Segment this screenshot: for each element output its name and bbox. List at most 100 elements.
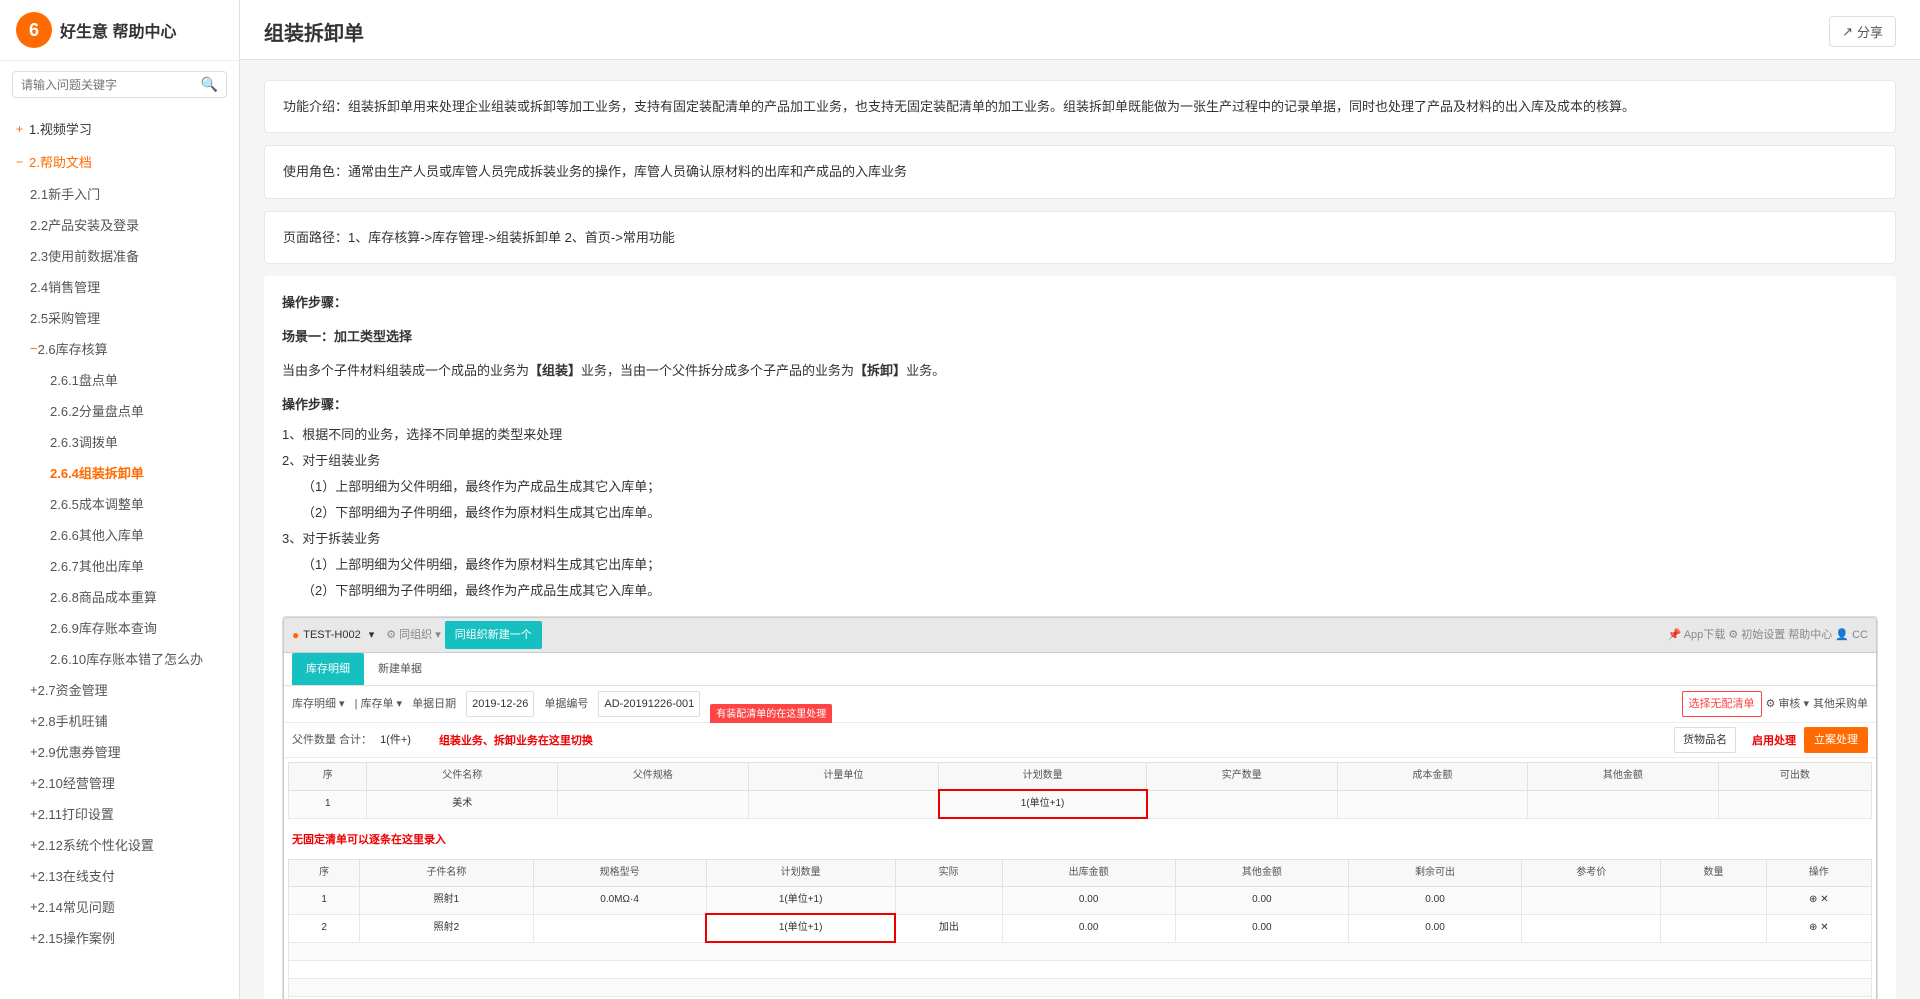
- minus-icon2: −: [30, 341, 38, 356]
- search-input[interactable]: [21, 78, 197, 92]
- mock-tab-new: 新建单据: [364, 653, 436, 685]
- mock-process-btn: 立案处理: [1804, 727, 1868, 753]
- sidebar-item-2.6.5[interactable]: 2.6.5成本调整单: [0, 488, 239, 519]
- sidebar-sub-label: 2.6.8商品成本重算: [50, 587, 157, 606]
- mock-td: 1(单位+1): [706, 887, 895, 915]
- mock-bottom-table-container: 序 子件名称 规格型号 计划数量 实际 出库金额 其他金额 剩余可出 参考价: [284, 855, 1876, 999]
- sidebar-item-2.9[interactable]: + 2.9优惠券管理: [0, 736, 239, 767]
- plus-icon4: +: [30, 744, 38, 759]
- mock-th: 实际: [895, 860, 1002, 887]
- sidebar-item-install[interactable]: 2.2产品安装及登录: [0, 209, 239, 240]
- mock-date-field: 2019-12-26: [466, 691, 534, 717]
- mock-bizid-field: AD-20191226-001: [598, 691, 700, 717]
- mock-top-table-container: 序 父件名称 父件规格 计量单位 计划数量 实产数量 成本金额 其他金额 可出数: [284, 758, 1876, 823]
- sidebar-sub-label: 2.15操作案例: [38, 928, 115, 947]
- mock-form-row: 库存明细 ▾ | 库存单 ▾ 单据日期 2019-12-26 单据编号 AD-2…: [284, 686, 1876, 723]
- mock-tabs-row: 库存明细 新建单据: [284, 653, 1876, 686]
- mock-bottom-tbody: 1 照射1 0.0MΩ·4 1(单位+1) 0.00 0.00 0.00: [289, 887, 1872, 999]
- mock-td: [1718, 790, 1871, 818]
- sidebar-item-sales[interactable]: 2.4销售管理: [0, 271, 239, 302]
- sidebar-item-2.11[interactable]: + 2.11打印设置: [0, 798, 239, 829]
- mock-td: 0.00: [1002, 914, 1175, 942]
- mock-search-input: 货物品名: [1674, 727, 1736, 753]
- sidebar-item-2.6.2[interactable]: 2.6.2分量盘点单: [0, 395, 239, 426]
- sidebar-item-2.12[interactable]: + 2.12系统个性化设置: [0, 829, 239, 860]
- sidebar-item-2.6.10[interactable]: 2.6.10库存账本错了怎么办: [0, 643, 239, 674]
- mock-th: 其他金额: [1528, 763, 1719, 791]
- sidebar-item-2.6.3[interactable]: 2.6.3调拨单: [0, 426, 239, 457]
- share-button[interactable]: ↗ 分享: [1829, 16, 1896, 47]
- mock-td: [895, 887, 1002, 915]
- mock-th: 序: [289, 860, 360, 887]
- sidebar-item-2.6.6[interactable]: 2.6.6其他入库单: [0, 519, 239, 550]
- sidebar-item-data[interactable]: 2.3使用前数据准备: [0, 240, 239, 271]
- mock-th: 参考价: [1522, 860, 1661, 887]
- mock-td: 0.00: [1175, 914, 1348, 942]
- sidebar-item-2.14[interactable]: + 2.14常见问题: [0, 891, 239, 922]
- mock-td: [1337, 790, 1528, 818]
- sidebar-sub-label: 2.6.1盘点单: [50, 370, 118, 389]
- mock-td: 1: [289, 887, 360, 915]
- sidebar-item-2.13[interactable]: + 2.13在线支付: [0, 860, 239, 891]
- mock-td: [1661, 914, 1766, 942]
- search-box[interactable]: 🔍: [12, 71, 227, 98]
- sidebar-sub-label: 2.11打印设置: [38, 804, 114, 823]
- mock-annotation3: 组装业务、拆卸业务在这里切换: [439, 735, 593, 747]
- sidebar-item-newbie[interactable]: 2.1新手入门: [0, 178, 239, 209]
- mock-annotation4: 启用处理: [1752, 735, 1796, 747]
- mock-td: 1(单位+1): [939, 790, 1147, 818]
- sidebar-item-purchase[interactable]: 2.5采购管理: [0, 302, 239, 333]
- mock-th: 规格型号: [533, 860, 706, 887]
- sidebar-item-2.15[interactable]: + 2.15操作案例: [0, 922, 239, 953]
- mock-td: [748, 790, 939, 818]
- mock-td: 0.00: [1348, 914, 1521, 942]
- sidebar-item-2.8[interactable]: + 2.8手机旺铺: [0, 705, 239, 736]
- sidebar-sub-label: 2.6.9库存账本查询: [50, 618, 157, 637]
- mock-td: 美术: [367, 790, 558, 818]
- mock-top-tbody: 1 美术 1(单位+1): [289, 790, 1872, 818]
- mock-bottom-label-row: 无固定清单可以逐条在这里录入: [284, 823, 1876, 855]
- page-header: 组装拆卸单 ↗ 分享: [240, 0, 1920, 60]
- step2: 2、对于组装业务: [282, 448, 1878, 474]
- table-row: [289, 978, 1872, 996]
- mock-td: 照射2: [360, 914, 533, 942]
- mock-th: 父件名称: [367, 763, 558, 791]
- scenario-desc: 当由多个子件材料组装成一个成品的业务为【组装】业务，当由一个父件拆分成多个子产品…: [282, 358, 1878, 384]
- screenshot-mockup: ● TEST-H002 ▾ ⚙ 同组织 ▾ 同组织新建一个 📌 App下载 ⚙ …: [282, 616, 1878, 999]
- mock-th: 序: [289, 763, 367, 791]
- step3-2: （2）下部明细为子件明细，最终作为产成品生成其它入库单。: [302, 578, 1878, 604]
- mock-td: [558, 790, 749, 818]
- minus-icon: −: [16, 155, 23, 169]
- mock-th: 子件名称: [360, 860, 533, 887]
- sidebar-item-2.6.8[interactable]: 2.6.8商品成本重算: [0, 581, 239, 612]
- mock-td: 2: [289, 914, 360, 942]
- plus-icon3: +: [30, 713, 38, 728]
- nav-section: + 1.视频学习 − 2.帮助文档 2.1新手入门 2.2产品安装及登录 2.3…: [0, 108, 239, 957]
- sidebar-sub-label: 2.14常见问题: [38, 897, 115, 916]
- sidebar-item-2.6.9[interactable]: 2.6.9库存账本查询: [0, 612, 239, 643]
- sidebar-item-2.6.7[interactable]: 2.6.7其他出库单: [0, 550, 239, 581]
- steps-title: 操作步骤：: [282, 290, 1878, 316]
- sidebar-sub-label: 2.8手机旺铺: [38, 711, 108, 730]
- sidebar-sub-label: 2.6.7其他出库单: [50, 556, 144, 575]
- sidebar-item-2.6.4[interactable]: 2.6.4组装拆卸单: [0, 457, 239, 488]
- mock-titlebar: ● TEST-H002 ▾ ⚙ 同组织 ▾ 同组织新建一个 📌 App下载 ⚙ …: [284, 618, 1876, 653]
- role-text: 使用角色：通常由生产人员或库管人员完成拆装业务的操作，库管人员确认原材料的出库和…: [283, 164, 907, 179]
- sidebar-item-2.10[interactable]: + 2.10经营管理: [0, 767, 239, 798]
- mock-th: 成本金额: [1337, 763, 1528, 791]
- scenario-title: 场景一：加工类型选择: [282, 329, 412, 344]
- sidebar-item-inventory[interactable]: − 2.6库存核算: [0, 333, 239, 364]
- mock-top-row: 1 美术 1(单位+1): [289, 790, 1872, 818]
- sidebar-item-label: 1.视频学习: [29, 119, 92, 138]
- sidebar-item-2.6.1[interactable]: 2.6.1盘点单: [0, 364, 239, 395]
- sidebar-item-2.7[interactable]: + 2.7资金管理: [0, 674, 239, 705]
- mock-td: 1: [289, 790, 367, 818]
- sidebar-sub-label: 2.7资金管理: [38, 680, 108, 699]
- sidebar-item-video[interactable]: + 1.视频学习: [0, 112, 239, 145]
- mock-top-table: 序 父件名称 父件规格 计量单位 计划数量 实产数量 成本金额 其他金额 可出数: [288, 762, 1872, 819]
- logo-icon: 6: [16, 12, 52, 48]
- step3-1: （1）上部明细为父件明细，最终作为原材料生成其它出库单；: [302, 552, 1878, 578]
- share-label: 分享: [1857, 22, 1883, 41]
- sidebar-sub-label: 2.3使用前数据准备: [30, 246, 139, 265]
- sidebar-item-docs[interactable]: − 2.帮助文档: [0, 145, 239, 178]
